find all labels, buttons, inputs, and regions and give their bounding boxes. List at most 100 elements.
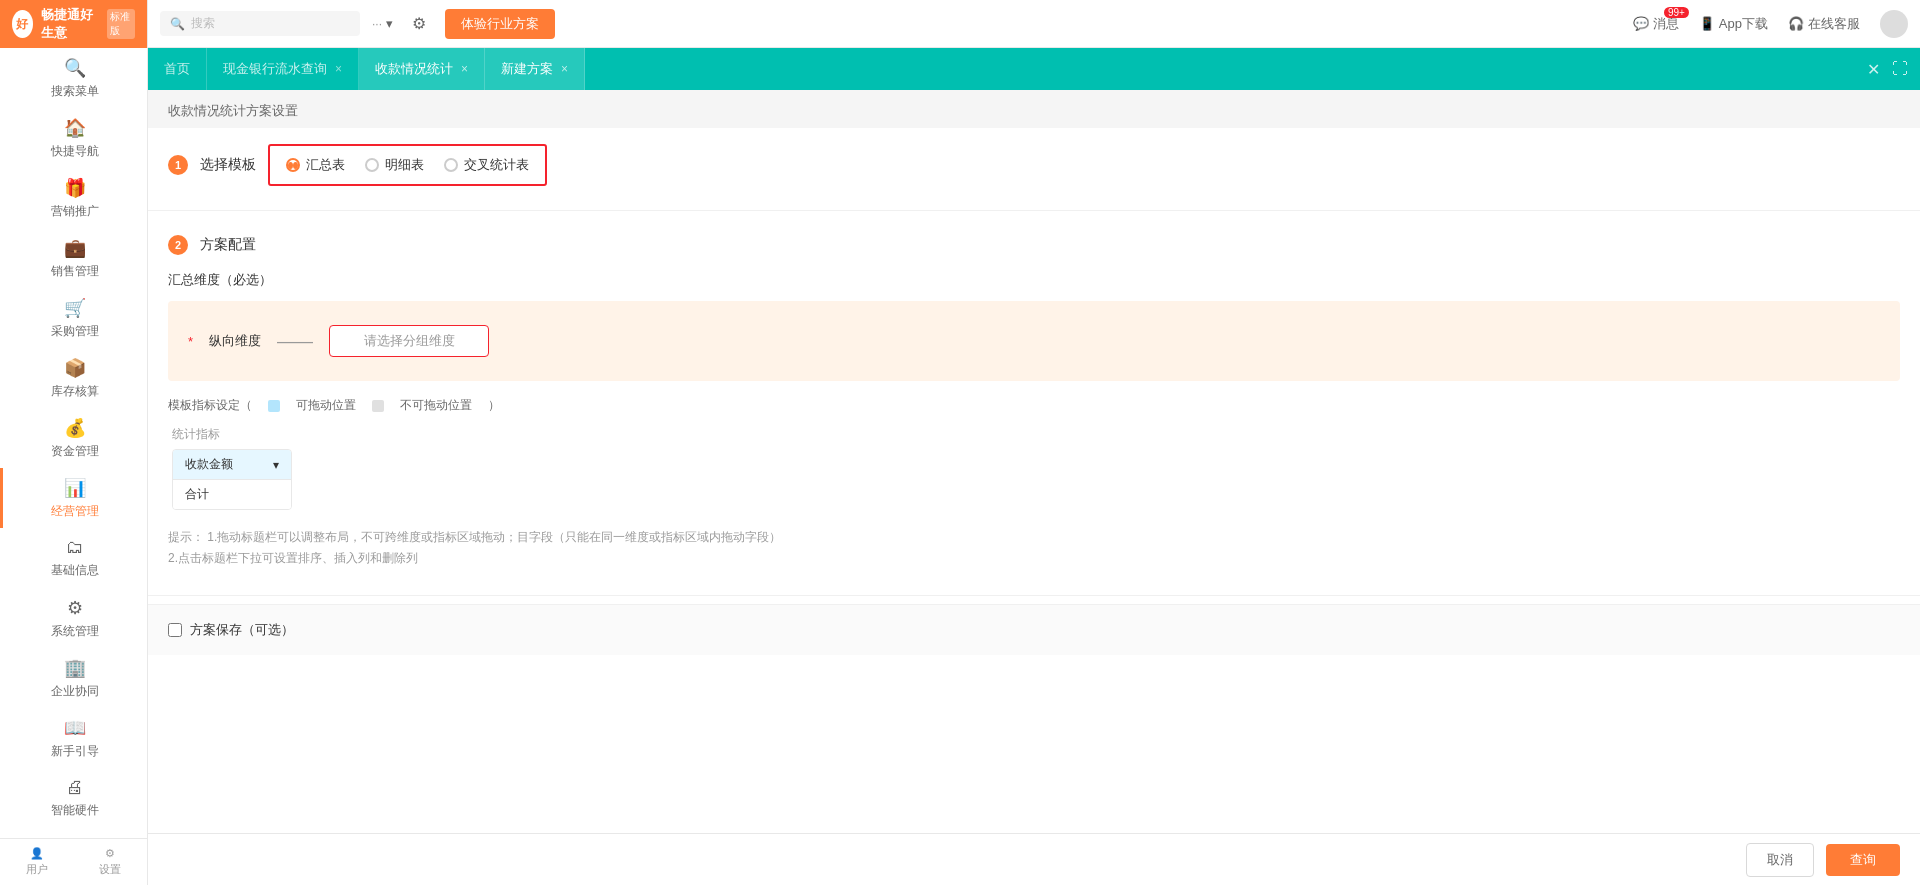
sidebar-item-label: 快捷导航 [51,143,99,160]
quick-nav-icon: 🏠 [64,117,86,139]
messages-badge: 99+ [1664,7,1689,18]
search-icon: 🔍 [170,17,185,31]
tab-new-scheme-close[interactable]: × [561,62,568,76]
tab-new-scheme[interactable]: 新建方案 × [485,48,585,90]
non-draggable-label: 不可拖动位置 [400,397,472,414]
tab-cash-flow-close[interactable]: × [335,62,342,76]
save-section: 方案保存（可选） [148,604,1920,655]
logo-icon: 好 [12,10,33,38]
sales-icon: 💼 [64,237,86,259]
tabbar: 首页 现金银行流水查询 × 收款情况统计 × 新建方案 × ✕ ⛶ [148,48,1920,90]
sidebar-item-quick-nav[interactable]: 🏠 快捷导航 [0,108,147,168]
radio-detail-circle [365,158,379,172]
app-icon: 📱 [1699,16,1715,31]
query-button[interactable]: 查询 [1826,844,1900,876]
non-draggable-indicator-dot [372,400,384,412]
sidebar-item-label: 新手引导 [51,743,99,760]
logo-text: 畅捷通好生意 [41,6,99,42]
sidebar-item-sales[interactable]: 💼 销售管理 [0,228,147,288]
cancel-button[interactable]: 取消 [1746,843,1814,877]
sidebar-item-enterprise[interactable]: 🏢 企业协同 [0,648,147,708]
sidebar-item-label: 资金管理 [51,443,99,460]
dimension-area: * 纵向维度 —— 请选择分组维度 [168,301,1900,381]
radio-detail[interactable]: 明细表 [365,156,424,174]
sidebar-item-label: 基础信息 [51,562,99,579]
radio-detail-label: 明细表 [385,156,424,174]
tab-collection-stats-label: 收款情况统计 [375,60,453,78]
radio-summary[interactable]: 汇总表 [286,156,345,174]
save-label: 方案保存（可选） [190,621,294,639]
close-window-icon[interactable]: ✕ [1867,60,1880,79]
sidebar-footer-settings[interactable]: ⚙ 设置 [99,847,121,877]
topbar-right: 💬 消息 99+ 📱 App下载 🎧 在线客服 [1633,10,1908,38]
radio-cross-circle [444,158,458,172]
radio-cross[interactable]: 交叉统计表 [444,156,529,174]
sidebar-item-basic-info[interactable]: 🗂 基础信息 [0,528,147,588]
metrics-table-row: 合计 [173,480,291,509]
search-placeholder: 搜索 [191,15,215,32]
step2-title: 方案配置 [200,236,256,254]
tab-home[interactable]: 首页 [148,48,207,90]
hardware-icon: 🖨 [66,777,84,798]
tip-2-text: 2.点击标题栏下拉可设置排序、插入列和删除列 [168,550,418,567]
page-content: 收款情况统计方案设置 1 选择模板 汇总表 明细表 [148,90,1920,833]
sidebar-item-label: 搜索菜单 [51,83,99,100]
main-card: 1 选择模板 汇总表 明细表 交叉统计表 [148,128,1920,833]
sidebar-item-operations[interactable]: 📊 经营管理 [0,468,147,528]
metrics-column-header: 收款金额 [185,456,233,473]
metrics-closing: ） [488,397,500,414]
sidebar-item-wechat[interactable]: 💬 企业微信 [0,828,147,838]
system-icon: ⚙ [67,597,83,619]
sidebar-item-label: 营销推广 [51,203,99,220]
tab-collection-stats-close[interactable]: × [461,62,468,76]
main-area: 🔍 搜索 ··· ▾ ⚙ 体验行业方案 💬 消息 99+ 📱 App下载 🎧 在… [148,0,1920,885]
dropdown-text: ··· [372,17,382,31]
sidebar-item-marketing[interactable]: 🎁 营销推广 [0,168,147,228]
sidebar-item-stock[interactable]: 📦 库存核算 [0,348,147,408]
draggable-indicator-dot [268,400,280,412]
metrics-indicator-row: 模板指标设定（ 可拖动位置 不可拖动位置 ） [168,397,1900,414]
metrics-section-title: 统计指标 [172,426,1900,443]
sidebar-item-label: 智能硬件 [51,802,99,819]
dimension-select-btn[interactable]: 请选择分组维度 [329,325,489,357]
draggable-label: 可拖动位置 [296,397,356,414]
step1-section: 1 选择模板 汇总表 明细表 交叉统计表 [148,128,1920,202]
tip-2: 2.点击标题栏下拉可设置排序、插入列和删除列 [168,550,1900,567]
breadcrumb-text: 收款情况统计方案设置 [168,103,298,118]
maximize-icon[interactable]: ⛶ [1892,60,1908,78]
app-download-label: App下载 [1719,15,1768,33]
sidebar-item-finance[interactable]: 💰 资金管理 [0,408,147,468]
enterprise-icon: 🏢 [64,657,86,679]
messages-item[interactable]: 💬 消息 99+ [1633,15,1679,33]
radio-summary-label: 汇总表 [306,156,345,174]
sidebar-footer: 👤 用户 ⚙ 设置 [0,838,147,885]
sidebar-item-guide[interactable]: 📖 新手引导 [0,708,147,768]
metrics-table-header: 收款金额 ▾ [173,450,291,480]
message-icon: 💬 [1633,16,1649,31]
online-service-item[interactable]: 🎧 在线客服 [1788,15,1860,33]
sidebar-footer-user[interactable]: 👤 用户 [26,847,48,877]
app-download-item[interactable]: 📱 App下载 [1699,15,1768,33]
section-divider-2 [148,595,1920,596]
chevron-down-icon: ▾ [386,16,393,31]
sidebar-item-system[interactable]: ⚙ 系统管理 [0,588,147,648]
sidebar-item-hardware[interactable]: 🖨 智能硬件 [0,768,147,828]
save-checkbox[interactable] [168,623,182,637]
tip-1-text: 提示： 1.拖动标题栏可以调整布局，不可跨维度或指标区域拖动；目字段（只能在同一… [168,529,781,546]
topbar-dropdown[interactable]: ··· ▾ [372,16,393,31]
section-divider-1 [148,210,1920,211]
sidebar-item-label: 经营管理 [51,503,99,520]
sidebar-item-search-menu[interactable]: 🔍 搜索菜单 [0,48,147,108]
tab-collection-stats[interactable]: 收款情况统计 × [359,48,485,90]
tab-cash-flow[interactable]: 现金银行流水查询 × [207,48,359,90]
step2-section: 2 方案配置 汇总维度（必选） * 纵向维度 —— 请选择分组维度 模板指标设定… [148,219,1920,587]
user-avatar[interactable] [1880,10,1908,38]
radio-cross-label: 交叉统计表 [464,156,529,174]
metrics-column-dropdown-icon[interactable]: ▾ [273,458,279,472]
topbar-settings-icon[interactable]: ⚙ [405,10,433,38]
sidebar-nav: 🔍 搜索菜单 🏠 快捷导航 🎁 营销推广 💼 销售管理 🛒 采购管理 📦 库存核… [0,48,147,838]
sidebar-item-label: 库存核算 [51,383,99,400]
sidebar: 好 畅捷通好生意 标准版 🔍 搜索菜单 🏠 快捷导航 🎁 营销推广 💼 销售管理… [0,0,148,885]
sidebar-item-purchase[interactable]: 🛒 采购管理 [0,288,147,348]
trial-btn[interactable]: 体验行业方案 [445,9,555,39]
